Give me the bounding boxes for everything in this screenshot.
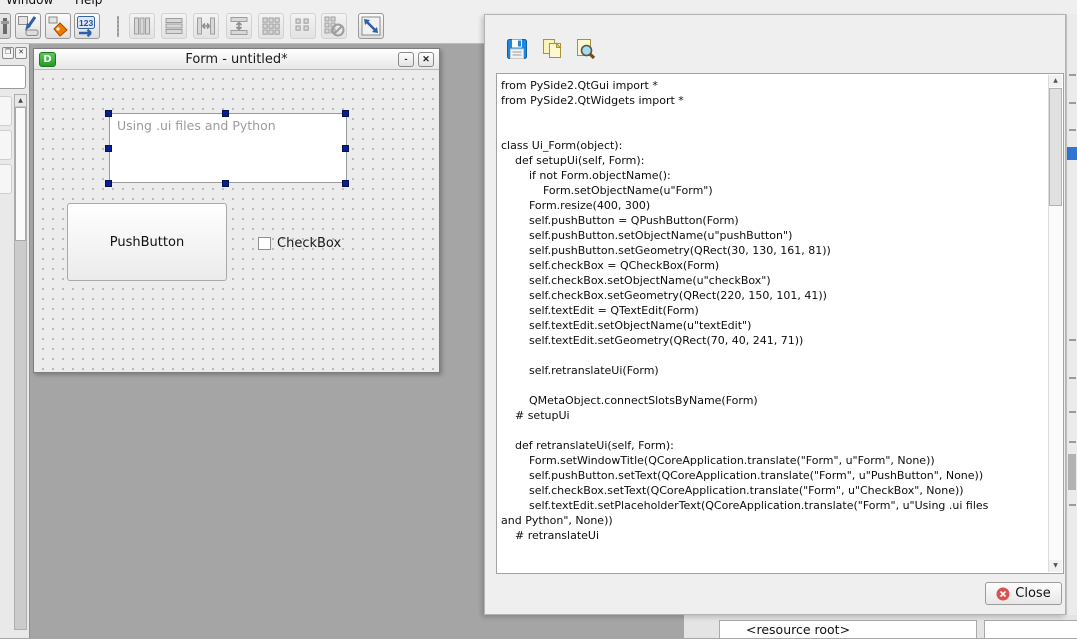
- form-layout-glyph: [292, 15, 314, 37]
- widget-box-category[interactable]: [0, 164, 12, 194]
- widget-box-scrollbar[interactable]: ▲: [14, 94, 27, 630]
- selection-handle-n[interactable]: [222, 110, 229, 117]
- checkbox-indicator[interactable]: [258, 237, 271, 250]
- resource-root-item[interactable]: <resource root>: [746, 622, 850, 637]
- resource-tree[interactable]: <resource root>: [719, 620, 977, 639]
- layout-vertically-icon[interactable]: [161, 13, 187, 39]
- scroll-up-icon[interactable]: ▲: [15, 95, 26, 106]
- widget-filter-input[interactable]: [0, 65, 26, 89]
- splitter-vertical-glyph: [228, 15, 250, 37]
- layout-horizontally-icon[interactable]: [129, 13, 155, 39]
- code-view[interactable]: from PySide2.QtGui import * from PySide2…: [496, 73, 1064, 574]
- checkbox-label: CheckBox: [277, 236, 341, 251]
- widget-box-close-icon[interactable]: ✕: [15, 47, 27, 59]
- selection-handle-e[interactable]: [342, 145, 349, 152]
- resource-browser-panel: <resource root>: [684, 615, 1077, 638]
- selection-handle-nw[interactable]: [105, 110, 112, 117]
- edit-signals-slots-icon[interactable]: [15, 13, 41, 39]
- layout-form-icon[interactable]: [290, 13, 316, 39]
- close-dialog-button[interactable]: Close: [985, 582, 1062, 605]
- copy-icon[interactable]: [539, 37, 565, 63]
- edit-widgets-glyph: [0, 15, 9, 37]
- widget-box-float-icon[interactable]: ❐: [2, 47, 14, 59]
- tree-branch-mark: [1069, 74, 1076, 76]
- edit-tab-order-icon[interactable]: 123: [74, 13, 100, 39]
- find-glyph: [573, 37, 597, 61]
- form-titlebar[interactable]: D Form - untitled* - ✕: [34, 49, 439, 70]
- layout-vertical-splitter-icon[interactable]: [226, 13, 252, 39]
- scrollbar-thumb[interactable]: [1068, 454, 1076, 490]
- menu-bar: Window Help: [0, 0, 460, 9]
- tree-branch-mark: [1069, 504, 1076, 506]
- pushbutton-label: PushButton: [110, 235, 184, 250]
- close-button-label: Close: [1015, 586, 1050, 601]
- tab-order-glyph: 123: [76, 15, 98, 37]
- scroll-up-icon[interactable]: ▲: [1049, 75, 1062, 87]
- break-layout-glyph: [323, 15, 345, 37]
- splitter-horizontal-glyph: [195, 15, 217, 37]
- grid-layout-glyph: [260, 15, 282, 37]
- widget-box-category[interactable]: [0, 96, 12, 126]
- menu-help[interactable]: Help: [75, 0, 102, 7]
- scrollbar-thumb[interactable]: [15, 107, 26, 241]
- save-glyph: [505, 37, 529, 61]
- svg-text:123: 123: [79, 18, 93, 28]
- close-circle-icon: [996, 587, 1010, 601]
- layout-grid-icon[interactable]: [258, 13, 284, 39]
- selection-handle-sw[interactable]: [105, 180, 112, 187]
- textedit-placeholder: Using .ui files and Python: [117, 118, 276, 133]
- form-editor-window: D Form - untitled* - ✕ Using .ui files a…: [33, 48, 440, 373]
- adjust-size-glyph: [360, 15, 382, 37]
- tree-branch-mark: [1069, 102, 1076, 104]
- textedit-widget[interactable]: Using .ui files and Python: [109, 113, 347, 183]
- widget-box-category[interactable]: [0, 130, 12, 160]
- copy-glyph: [540, 37, 564, 61]
- tree-branch-mark: [1069, 441, 1076, 443]
- close-window-button[interactable]: ✕: [418, 52, 434, 67]
- right-dock-edge: [1066, 14, 1077, 638]
- tree-branch-mark: [1069, 339, 1076, 341]
- selection-handle-se[interactable]: [342, 180, 349, 187]
- tree-branch-mark: [1069, 129, 1076, 131]
- menu-window[interactable]: Window: [6, 0, 53, 7]
- selection-handle-w[interactable]: [105, 145, 112, 152]
- layout-horizontal-splitter-icon[interactable]: [193, 13, 219, 39]
- break-layout-icon[interactable]: [321, 13, 347, 39]
- minimize-button[interactable]: -: [398, 52, 414, 67]
- widget-box-panel: ❐ ✕ ▲: [0, 44, 30, 638]
- generated-code[interactable]: from PySide2.QtGui import * from PySide2…: [501, 78, 1046, 571]
- edit-buddies-icon[interactable]: [45, 13, 71, 39]
- view-code-dialog: from PySide2.QtGui import * from PySide2…: [484, 14, 1066, 615]
- adjust-size-icon[interactable]: [358, 13, 384, 39]
- buddy-tag-glyph: [47, 15, 69, 37]
- form-window-title: Form - untitled*: [34, 52, 439, 67]
- signal-slot-glyph: [17, 15, 39, 37]
- find-icon[interactable]: [572, 37, 598, 63]
- scroll-down-icon[interactable]: ▼: [1049, 560, 1062, 572]
- tree-branch-mark: [1069, 411, 1076, 413]
- pushbutton-widget[interactable]: PushButton: [67, 203, 227, 281]
- selection-handle-ne[interactable]: [342, 110, 349, 117]
- selected-row-edge: [1067, 147, 1077, 160]
- save-icon[interactable]: [504, 37, 530, 63]
- selection-handle-s[interactable]: [222, 180, 229, 187]
- layout-horizontal-glyph: [131, 15, 153, 37]
- toolbar-separator: [117, 16, 119, 37]
- resource-list[interactable]: [984, 620, 1077, 639]
- scrollbar-thumb[interactable]: [1049, 88, 1062, 206]
- edit-widgets-icon[interactable]: [0, 13, 11, 39]
- layout-vertical-glyph: [163, 15, 185, 37]
- code-scrollbar[interactable]: ▲ ▼: [1048, 75, 1062, 572]
- tree-branch-mark: [1069, 377, 1076, 379]
